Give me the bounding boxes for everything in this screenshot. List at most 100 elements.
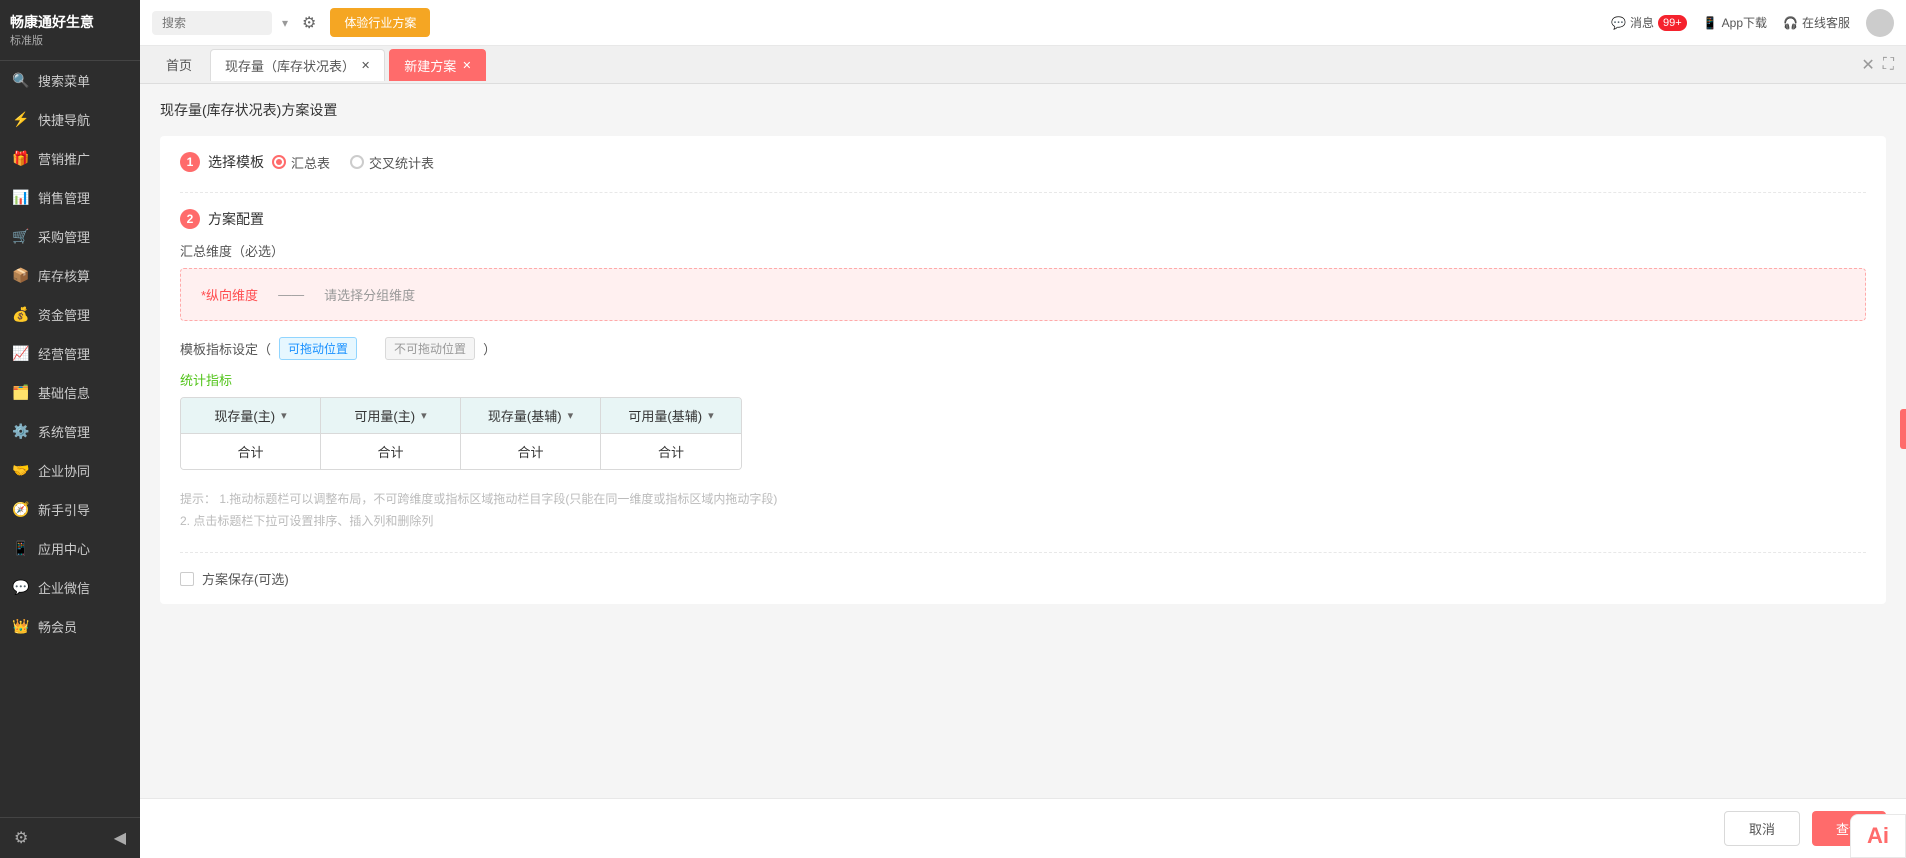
cancel-button[interactable]: 取消 [1724,811,1800,846]
sidebar-item-6[interactable]: 💰 资金管理 [0,295,140,334]
section2-header: 2 方案配置 [180,209,1866,229]
sidebar-item-5[interactable]: 📦 库存核算 [0,256,140,295]
right-edge-handle[interactable] [1900,409,1906,449]
sidebar-item-1[interactable]: ⚡ 快捷导航 [0,100,140,139]
sidebar-item-label-7: 经营管理 [38,344,90,363]
radio-cross[interactable]: 交叉统计表 [350,153,434,172]
sidebar-item-label-8: 基础信息 [38,383,90,402]
stats-section-label: 统计指标 [180,370,1866,389]
indicator-label-end: ） [483,339,496,358]
sidebar-item-8[interactable]: 🗂️ 基础信息 [0,373,140,412]
sidebar-item-icon-0: 🔍 [12,72,30,90]
stats-col-header-2: 现存量(基辅) [488,406,562,425]
sidebar-item-label-10: 企业协同 [38,461,90,480]
topbar-gear-icon[interactable]: ⚙ [302,13,316,33]
message-label: 消息 [1630,14,1654,31]
section2-num: 2 [180,209,200,229]
sidebar-item-icon-3: 📊 [12,189,30,207]
radio-summary-circle [272,155,286,169]
sidebar-item-14[interactable]: 👑 畅会员 [0,607,140,646]
dimension-placeholder: 请选择分组维度 [324,285,415,304]
sidebar-item-label-2: 营销推广 [38,149,90,168]
indicator-label-text: 模板指标设定（ [180,339,271,358]
sidebar: 畅康通好生意 标准版 🔍 搜索菜单 ⚡ 快捷导航 🎁 营销推广 📊 销售管理 🛒… [0,0,140,858]
sidebar-item-label-11: 新手引导 [38,500,90,519]
stats-col-chevron-3[interactable]: ▾ [708,409,714,422]
avatar[interactable] [1866,9,1894,37]
tab-home[interactable]: 首页 [152,49,206,80]
app-download-label: App下载 [1722,14,1767,31]
stats-col-chevron-2[interactable]: ▾ [568,409,574,422]
stats-col-header-0: 现存量(主) [214,406,275,425]
sidebar-item-13[interactable]: 💬 企业微信 [0,568,140,607]
radio-summary[interactable]: 汇总表 [272,153,330,172]
tab-expand-icon[interactable]: ⛶ [1883,56,1894,74]
sidebar-bottom: ⚙ ◀ [0,817,140,858]
tab-new-plan[interactable]: 新建方案 ✕ [389,49,486,81]
bottom-bar: 取消 查询 [140,798,1906,858]
sidebar-item-7[interactable]: 📈 经营管理 [0,334,140,373]
tab-inventory-label: 现存量（库存状况表） [225,56,355,75]
sidebar-item-4[interactable]: 🛒 采购管理 [0,217,140,256]
sidebar-item-label-13: 企业微信 [38,578,90,597]
stats-header-cell-3[interactable]: 可用量(基辅)▾ [601,398,741,433]
online-service-label: 在线客服 [1802,14,1850,31]
sidebar-item-0[interactable]: 🔍 搜索菜单 [0,61,140,100]
tips-area: 提示： 1.拖动标题栏可以调整布局，不可跨维度或指标区域拖动栏目字段(只能在同一… [180,489,1866,532]
sidebar-item-label-1: 快捷导航 [38,110,90,129]
search-input[interactable] [152,11,272,35]
stats-col-chevron-1[interactable]: ▾ [421,409,427,422]
tab-close-all-icon[interactable]: ✕ [1861,55,1874,75]
sidebar-item-12[interactable]: 📱 应用中心 [0,529,140,568]
message-item[interactable]: 💬 消息 99+ [1611,14,1687,31]
sidebar-nav: 🔍 搜索菜单 ⚡ 快捷导航 🎁 营销推广 📊 销售管理 🛒 采购管理 📦 库存核… [0,61,140,817]
online-service-item[interactable]: 🎧 在线客服 [1783,14,1850,31]
content-area: 现存量(库存状况表)方案设置 1 选择模板 汇总表 交叉统计表 [140,84,1906,798]
stats-body-cell-0: 合计 [181,433,321,469]
section-config: 2 方案配置 汇总维度（必选） *纵向维度 —— 请选择分组维度 模板指标设定（… [180,209,1866,532]
headset-icon: 🎧 [1783,16,1798,30]
stats-header-cell-1[interactable]: 可用量(主) ▾ [321,398,461,433]
search-chevron-icon[interactable]: ▾ [282,16,288,30]
settings-panel: 1 选择模板 汇总表 交叉统计表 [160,136,1886,604]
stats-col-chevron-0[interactable]: ▾ [281,409,287,422]
stats-col-header-1: 可用量(主) [354,406,415,425]
industry-btn[interactable]: 体验行业方案 [330,8,430,37]
section1-num: 1 [180,152,200,172]
ai-badge[interactable]: Ai [1850,814,1906,858]
tip-0: 提示： 1.拖动标题栏可以调整布局，不可跨维度或指标区域拖动栏目字段(只能在同一… [180,489,1866,511]
dimension-box[interactable]: *纵向维度 —— 请选择分组维度 [180,268,1866,321]
dimension-arrow: —— [278,287,304,302]
sidebar-item-icon-5: 📦 [12,267,30,285]
tab-bar: 首页 现存量（库存状况表） ✕ 新建方案 ✕ ✕ ⛶ [140,46,1906,84]
tip-1: 2. 点击标题栏下拉可设置排序、插入列和删除列 [180,511,1866,533]
stats-header-cell-0[interactable]: 现存量(主) ▾ [181,398,321,433]
app-download-item[interactable]: 📱 App下载 [1703,14,1767,31]
section2-title: 方案配置 [208,209,264,229]
sidebar-item-icon-4: 🛒 [12,228,30,246]
sidebar-item-label-14: 畅会员 [38,617,77,636]
indicator-tag-draggable: 可拖动位置 [279,337,357,360]
sidebar-item-10[interactable]: 🤝 企业协同 [0,451,140,490]
dimension-required: *纵向维度 [201,285,258,304]
sidebar-item-2[interactable]: 🎁 营销推广 [0,139,140,178]
tab-inventory[interactable]: 现存量（库存状况表） ✕ [210,49,385,81]
sidebar-item-icon-14: 👑 [12,618,30,636]
main-area: ▾ ⚙ 体验行业方案 💬 消息 99+ 📱 App下载 🎧 在线客服 首页 [140,0,1906,858]
sidebar-item-11[interactable]: 🧭 新手引导 [0,490,140,529]
collapse-icon[interactable]: ◀ [114,828,126,848]
sidebar-item-icon-2: 🎁 [12,150,30,168]
sidebar-item-9[interactable]: ⚙️ 系统管理 [0,412,140,451]
sidebar-item-3[interactable]: 📊 销售管理 [0,178,140,217]
tab-home-label: 首页 [166,55,192,74]
sidebar-item-icon-13: 💬 [12,579,30,597]
stats-header-cell-2[interactable]: 现存量(基辅) ▾ [461,398,601,433]
save-checkbox[interactable] [180,572,194,586]
tab-new-plan-label: 新建方案 [404,56,456,75]
divider1 [180,192,1866,193]
stats-body-cell-3: 合计 [601,433,741,469]
settings-icon[interactable]: ⚙ [14,828,28,848]
tab-new-plan-close-icon[interactable]: ✕ [462,59,471,72]
phone-icon: 📱 [1703,16,1718,30]
tab-inventory-close-icon[interactable]: ✕ [361,59,370,72]
